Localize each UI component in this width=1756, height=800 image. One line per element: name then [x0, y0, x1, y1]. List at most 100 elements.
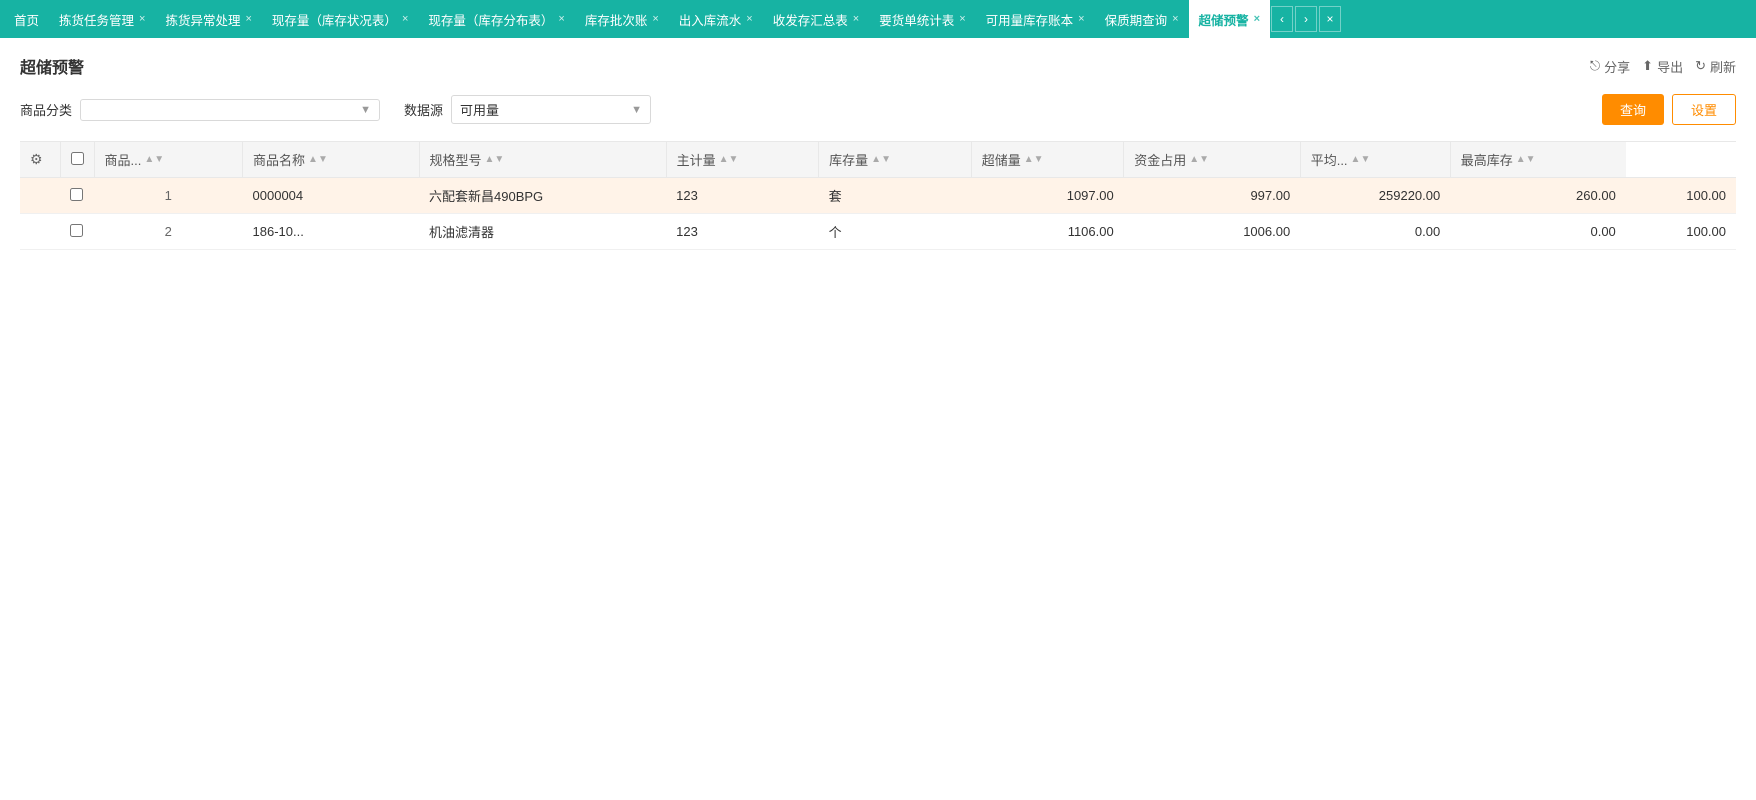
table-row: 1 0000004 六配套新昌490BPG 123 套 1097.00 997.… [20, 178, 1736, 214]
header-actions: ⎋ 分享 ⬆ 导出 ↻ 刷新 [1590, 57, 1736, 76]
nav-tab-8[interactable]: 要货单统计表 × [869, 0, 975, 38]
th-capital[interactable]: 资金占用 ▲▼ [1124, 142, 1300, 178]
close-icon[interactable]: × [959, 13, 965, 25]
export-icon: ⬆ [1642, 58, 1653, 74]
th-avg[interactable]: 平均... ▲▼ [1300, 142, 1450, 178]
close-icon[interactable]: × [652, 13, 658, 25]
row-checkbox-cell[interactable] [60, 178, 94, 214]
close-icon[interactable]: × [1078, 13, 1084, 25]
row-index: 1 [94, 178, 243, 214]
th-overstock[interactable]: 超储量 ▲▼ [971, 142, 1124, 178]
sort-icon: ▲▼ [871, 155, 891, 165]
th-spec[interactable]: 规格型号 ▲▼ [419, 142, 666, 178]
row-settings-cell [20, 214, 60, 250]
row-product-name: 机油滤清器 [419, 214, 666, 250]
datasource-label: 数据源 [404, 100, 443, 119]
refresh-button[interactable]: ↻ 刷新 [1695, 57, 1736, 76]
row-capital: 0.00 [1300, 214, 1450, 250]
share-button[interactable]: ⎋ 分享 [1590, 57, 1630, 76]
row-index: 2 [94, 214, 243, 250]
sort-icon: ▲▼ [144, 155, 164, 165]
row-stock: 1097.00 [971, 178, 1124, 214]
nav-next-arrow[interactable]: › [1295, 6, 1317, 32]
page-title: 超储预警 [20, 54, 84, 78]
chevron-down-icon: ▼ [360, 104, 371, 116]
nav-tab-10[interactable]: 保质期查询 × [1095, 0, 1189, 38]
close-icon[interactable]: × [558, 13, 564, 25]
th-settings[interactable]: ⚙ [20, 142, 60, 178]
th-product-code[interactable]: 商品... ▲▼ [94, 142, 243, 178]
sort-icon: ▲▼ [1351, 155, 1371, 165]
share-icon: ⎋ [1590, 58, 1600, 74]
row-stock: 1106.00 [971, 214, 1124, 250]
sort-icon: ▲▼ [308, 155, 328, 165]
nav-tab-2[interactable]: 拣货异常处理 × [155, 0, 261, 38]
th-product-name[interactable]: 商品名称 ▲▼ [243, 142, 419, 178]
settings-button[interactable]: 设置 [1672, 94, 1736, 125]
row-unit: 个 [819, 214, 972, 250]
row-checkbox[interactable] [70, 188, 83, 201]
chevron-down-icon: ▼ [631, 104, 642, 116]
nav-tab-5[interactable]: 库存批次账 × [575, 0, 669, 38]
category-select[interactable]: ▼ [80, 99, 380, 121]
table-row: 2 186-10... 机油滤清器 123 个 1106.00 1006.00 … [20, 214, 1736, 250]
nav-close-all-arrow[interactable]: × [1319, 6, 1341, 32]
th-checkbox[interactable] [60, 142, 94, 178]
settings-icon[interactable]: ⚙ [30, 151, 43, 167]
row-overstock: 997.00 [1124, 178, 1300, 214]
category-label: 商品分类 [20, 100, 72, 119]
row-spec: 123 [666, 178, 819, 214]
close-icon[interactable]: × [139, 13, 145, 25]
query-button[interactable]: 查询 [1602, 94, 1664, 125]
close-icon[interactable]: × [1172, 13, 1178, 25]
row-unit: 套 [819, 178, 972, 214]
row-product-code: 0000004 [243, 178, 419, 214]
row-checkbox[interactable] [70, 224, 83, 237]
category-filter: 商品分类 ▼ [20, 99, 380, 121]
sort-icon: ▲▼ [1024, 155, 1044, 165]
close-icon[interactable]: × [1254, 13, 1260, 25]
nav-tab-4[interactable]: 现存量（库存分布表） × [418, 0, 574, 38]
refresh-icon: ↻ [1695, 58, 1706, 74]
th-stock[interactable]: 库存量 ▲▼ [819, 142, 972, 178]
page-content: 超储预警 ⎋ 分享 ⬆ 导出 ↻ 刷新 商品分类 ▼ 数据源 [0, 38, 1756, 800]
nav-tab-9[interactable]: 可用量库存账本 × [976, 0, 1095, 38]
row-capital: 259220.00 [1300, 178, 1450, 214]
sort-icon: ▲▼ [1189, 155, 1209, 165]
close-icon[interactable]: × [853, 13, 859, 25]
datasource-select[interactable]: 可用量 ▼ [451, 95, 651, 124]
sort-icon: ▲▼ [1516, 155, 1536, 165]
row-product-name: 六配套新昌490BPG [419, 178, 666, 214]
nav-tab-6[interactable]: 出入库流水 × [669, 0, 763, 38]
nav-prev-arrow[interactable]: ‹ [1271, 6, 1293, 32]
nav-tab-3[interactable]: 现存量（库存状况表） × [262, 0, 418, 38]
close-icon[interactable]: × [402, 13, 408, 25]
nav-tab-7[interactable]: 收发存汇总表 × [763, 0, 869, 38]
top-navigation: 首页 拣货任务管理 × 拣货异常处理 × 现存量（库存状况表） × 现存量（库存… [0, 0, 1756, 38]
nav-tab-active[interactable]: 超储预警 × [1189, 0, 1270, 38]
datasource-filter: 数据源 可用量 ▼ [404, 95, 651, 124]
close-icon[interactable]: × [245, 13, 251, 25]
row-max-stock: 100.00 [1626, 178, 1736, 214]
sort-icon: ▲▼ [485, 155, 505, 165]
data-table: ⚙ 商品... ▲▼ 商品名称 ▲▼ [20, 141, 1736, 250]
th-unit[interactable]: 主计量 ▲▼ [666, 142, 819, 178]
row-overstock: 1006.00 [1124, 214, 1300, 250]
nav-tab-1[interactable]: 拣货任务管理 × [49, 0, 155, 38]
row-spec: 123 [666, 214, 819, 250]
sort-icon: ▲▼ [719, 155, 739, 165]
row-max-stock: 100.00 [1626, 214, 1736, 250]
row-avg: 0.00 [1450, 214, 1626, 250]
filter-bar: 商品分类 ▼ 数据源 可用量 ▼ 查询 设置 [20, 94, 1736, 125]
row-avg: 260.00 [1450, 178, 1626, 214]
page-header: 超储预警 ⎋ 分享 ⬆ 导出 ↻ 刷新 [20, 54, 1736, 78]
export-button[interactable]: ⬆ 导出 [1642, 57, 1683, 76]
close-icon[interactable]: × [746, 13, 752, 25]
row-settings-cell [20, 178, 60, 214]
th-max-stock[interactable]: 最高库存 ▲▼ [1450, 142, 1626, 178]
table-header-row: ⚙ 商品... ▲▼ 商品名称 ▲▼ [20, 142, 1736, 178]
row-checkbox-cell[interactable] [60, 214, 94, 250]
select-all-checkbox[interactable] [71, 152, 84, 165]
datasource-value: 可用量 [460, 100, 499, 119]
nav-tab-home[interactable]: 首页 [4, 0, 49, 38]
